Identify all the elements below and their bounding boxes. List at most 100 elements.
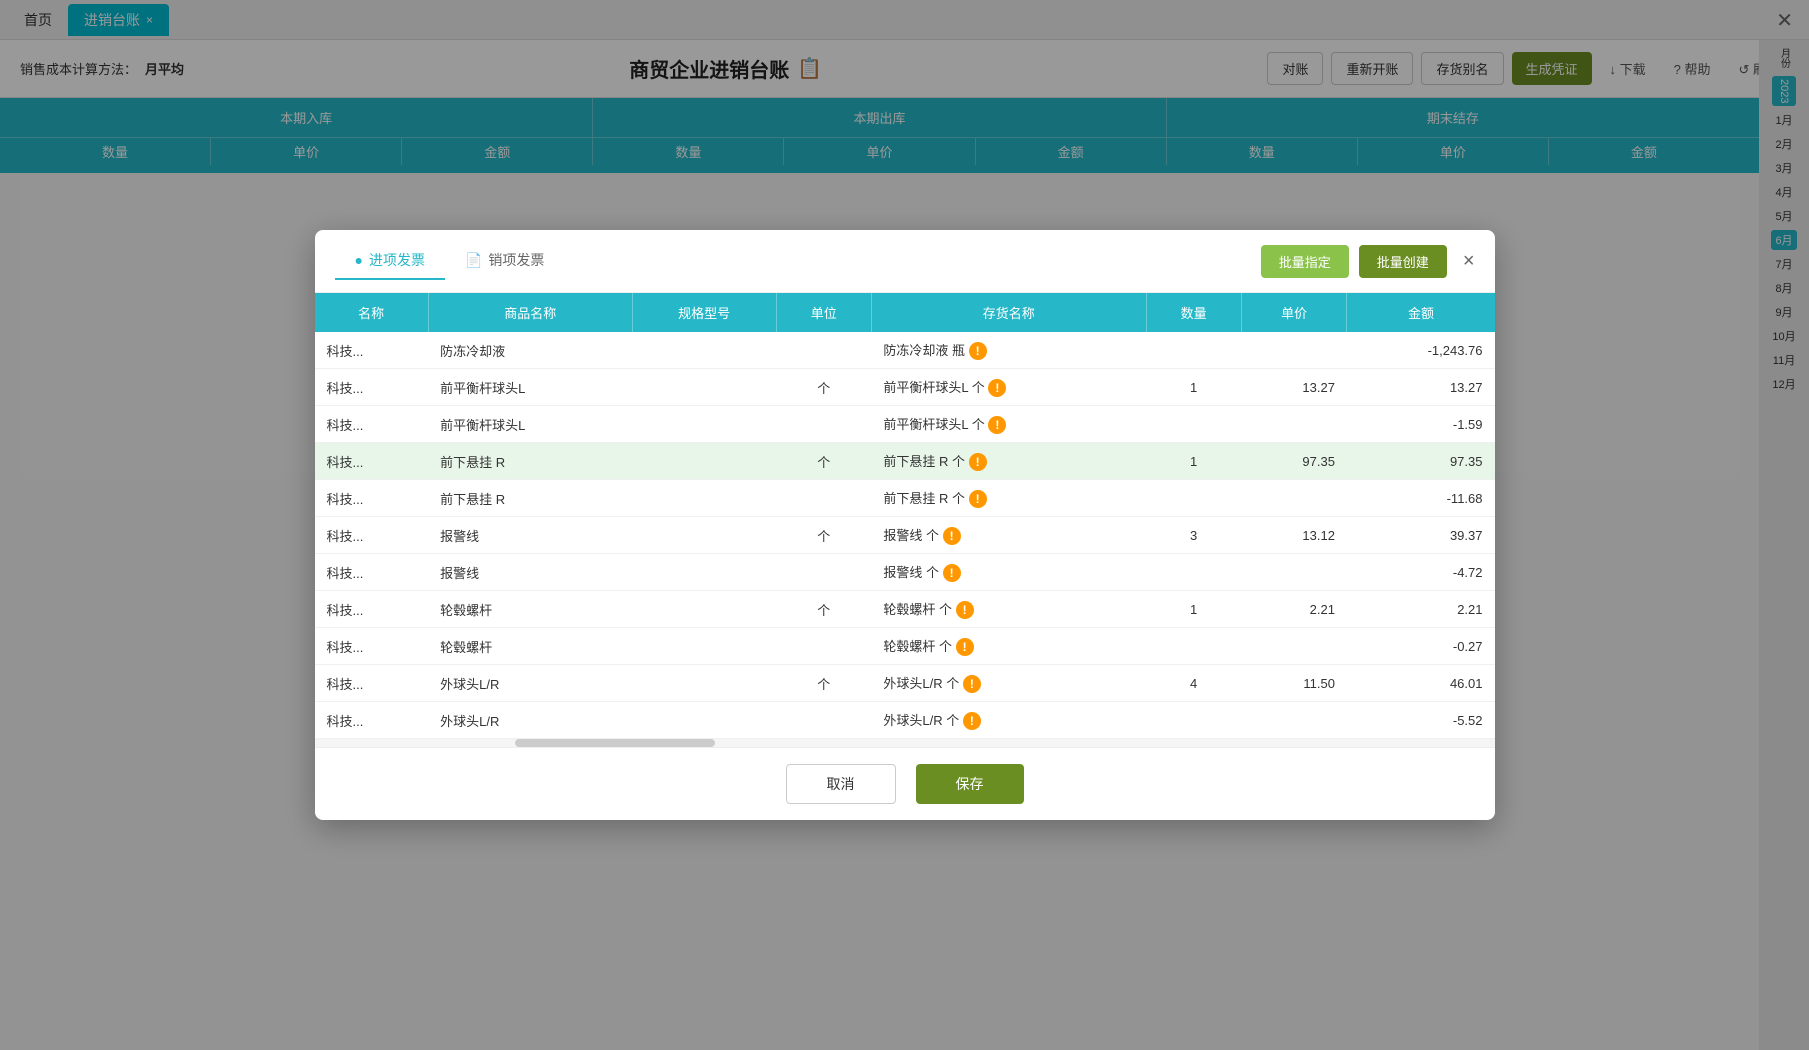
- table-row: 科技... 轮毂螺杆 个 轮毂螺杆 个 ! 1 2.21 2.21: [315, 591, 1495, 628]
- table-row: 科技... 报警线 个 报警线 个 ! 3 13.12 39.37: [315, 517, 1495, 554]
- cell-name: 科技...: [315, 702, 429, 739]
- col-header-stock: 存货名称: [871, 293, 1146, 332]
- cell-amount: -0.27: [1347, 628, 1495, 665]
- table-row: 科技... 外球头L/R 个 外球头L/R 个 ! 4 11.50 46.01: [315, 665, 1495, 702]
- warn-icon: !: [956, 601, 974, 619]
- cell-spec: [632, 406, 776, 443]
- cell-unit: 个: [776, 517, 871, 554]
- cell-unit: [776, 406, 871, 443]
- cell-unit: [776, 554, 871, 591]
- cell-spec: [632, 554, 776, 591]
- horizontal-scrollbar[interactable]: [315, 739, 1495, 747]
- cell-amount: -5.52: [1347, 702, 1495, 739]
- modal-table-wrapper[interactable]: 名称 商品名称 规格型号 单位 存货名称 数量 单价 金额 科技... 防冻冷却…: [315, 293, 1495, 739]
- cell-spec: [632, 480, 776, 517]
- cell-unit-price: [1241, 628, 1347, 665]
- cell-qty: 1: [1146, 443, 1241, 480]
- cell-stock-name: 前下悬挂 R 个 !: [871, 480, 1146, 517]
- cell-spec: [632, 628, 776, 665]
- cell-spec: [632, 369, 776, 406]
- cell-stock-name: 轮毂螺杆 个 !: [871, 591, 1146, 628]
- cell-unit: 个: [776, 443, 871, 480]
- col-header-spec: 规格型号: [632, 293, 776, 332]
- warn-icon: !: [988, 416, 1006, 434]
- cell-product: 报警线: [428, 554, 632, 591]
- batch-assign-button[interactable]: 批量指定: [1261, 245, 1349, 278]
- cell-unit: [776, 702, 871, 739]
- batch-create-button[interactable]: 批量创建: [1359, 245, 1447, 278]
- cell-product: 轮毂螺杆: [428, 628, 632, 665]
- modal-header-buttons: 批量指定 批量创建: [1261, 245, 1447, 278]
- cell-qty: 1: [1146, 591, 1241, 628]
- cell-amount: 46.01: [1347, 665, 1495, 702]
- cell-product: 外球头L/R: [428, 665, 632, 702]
- cell-name: 科技...: [315, 480, 429, 517]
- warn-icon: !: [963, 712, 981, 730]
- cell-product: 防冻冷却液: [428, 332, 632, 369]
- table-row: 科技... 前下悬挂 R 前下悬挂 R 个 ! -11.68: [315, 480, 1495, 517]
- cell-qty: [1146, 628, 1241, 665]
- col-header-unit: 单位: [776, 293, 871, 332]
- cell-product: 外球头L/R: [428, 702, 632, 739]
- cell-unit: 个: [776, 665, 871, 702]
- cell-amount: 13.27: [1347, 369, 1495, 406]
- cell-spec: [632, 517, 776, 554]
- cell-unit: [776, 332, 871, 369]
- cell-product: 轮毂螺杆: [428, 591, 632, 628]
- cell-name: 科技...: [315, 332, 429, 369]
- cell-stock-name: 外球头L/R 个 !: [871, 702, 1146, 739]
- cell-amount: 39.37: [1347, 517, 1495, 554]
- tab-sales-invoice[interactable]: 📄 销项发票: [445, 242, 564, 280]
- modal-footer: 取消 保存: [315, 747, 1495, 820]
- cell-stock-name: 报警线 个 !: [871, 554, 1146, 591]
- cell-qty: [1146, 702, 1241, 739]
- cell-product: 前平衡杆球头L: [428, 406, 632, 443]
- cell-qty: 1: [1146, 369, 1241, 406]
- table-row: 科技... 前下悬挂 R 个 前下悬挂 R 个 ! 1 97.35 97.35: [315, 443, 1495, 480]
- table-row: 科技... 防冻冷却液 防冻冷却液 瓶 ! -1,243.76: [315, 332, 1495, 369]
- table-row: 科技... 报警线 报警线 个 ! -4.72: [315, 554, 1495, 591]
- cell-unit: [776, 480, 871, 517]
- cell-spec: [632, 665, 776, 702]
- cell-stock-name: 轮毂螺杆 个 !: [871, 628, 1146, 665]
- cell-product: 前平衡杆球头L: [428, 369, 632, 406]
- cell-unit-price: [1241, 554, 1347, 591]
- cell-unit-price: 13.12: [1241, 517, 1347, 554]
- warn-icon: !: [943, 564, 961, 582]
- table-row: 科技... 外球头L/R 外球头L/R 个 ! -5.52: [315, 702, 1495, 739]
- cell-spec: [632, 702, 776, 739]
- cell-stock-name: 外球头L/R 个 !: [871, 665, 1146, 702]
- cell-qty: [1146, 554, 1241, 591]
- cell-spec: [632, 332, 776, 369]
- sales-tab-label: 销项发票: [488, 250, 544, 270]
- cell-name: 科技...: [315, 517, 429, 554]
- modal-overlay: ● 进项发票 📄 销项发票 批量指定 批量创建 × 名称 商品名: [0, 0, 1809, 1050]
- cancel-button[interactable]: 取消: [786, 764, 896, 804]
- table-row: 科技... 轮毂螺杆 轮毂螺杆 个 ! -0.27: [315, 628, 1495, 665]
- cell-unit-price: 11.50: [1241, 665, 1347, 702]
- cell-name: 科技...: [315, 628, 429, 665]
- warn-icon: !: [969, 453, 987, 471]
- cell-qty: 4: [1146, 665, 1241, 702]
- tab-purchase-invoice[interactable]: ● 进项发票: [335, 242, 445, 280]
- table-header-row: 名称 商品名称 规格型号 单位 存货名称 数量 单价 金额: [315, 293, 1495, 332]
- table-row: 科技... 前平衡杆球头L 前平衡杆球头L 个 ! -1.59: [315, 406, 1495, 443]
- col-header-name: 名称: [315, 293, 429, 332]
- cell-product: 前下悬挂 R: [428, 443, 632, 480]
- sales-tab-icon: 📄: [465, 252, 482, 269]
- cell-qty: 3: [1146, 517, 1241, 554]
- cell-name: 科技...: [315, 443, 429, 480]
- modal-close-button[interactable]: ×: [1463, 251, 1475, 271]
- invoice-table: 名称 商品名称 规格型号 单位 存货名称 数量 单价 金额 科技... 防冻冷却…: [315, 293, 1495, 739]
- warn-icon: !: [969, 342, 987, 360]
- warn-icon: !: [943, 527, 961, 545]
- cell-spec: [632, 591, 776, 628]
- cell-unit: [776, 628, 871, 665]
- cell-amount: -11.68: [1347, 480, 1495, 517]
- cell-qty: [1146, 406, 1241, 443]
- cell-stock-name: 前平衡杆球头L 个 !: [871, 369, 1146, 406]
- cell-unit: 个: [776, 591, 871, 628]
- cell-unit-price: [1241, 480, 1347, 517]
- purchase-tab-icon: ●: [355, 252, 363, 268]
- save-button[interactable]: 保存: [916, 764, 1024, 804]
